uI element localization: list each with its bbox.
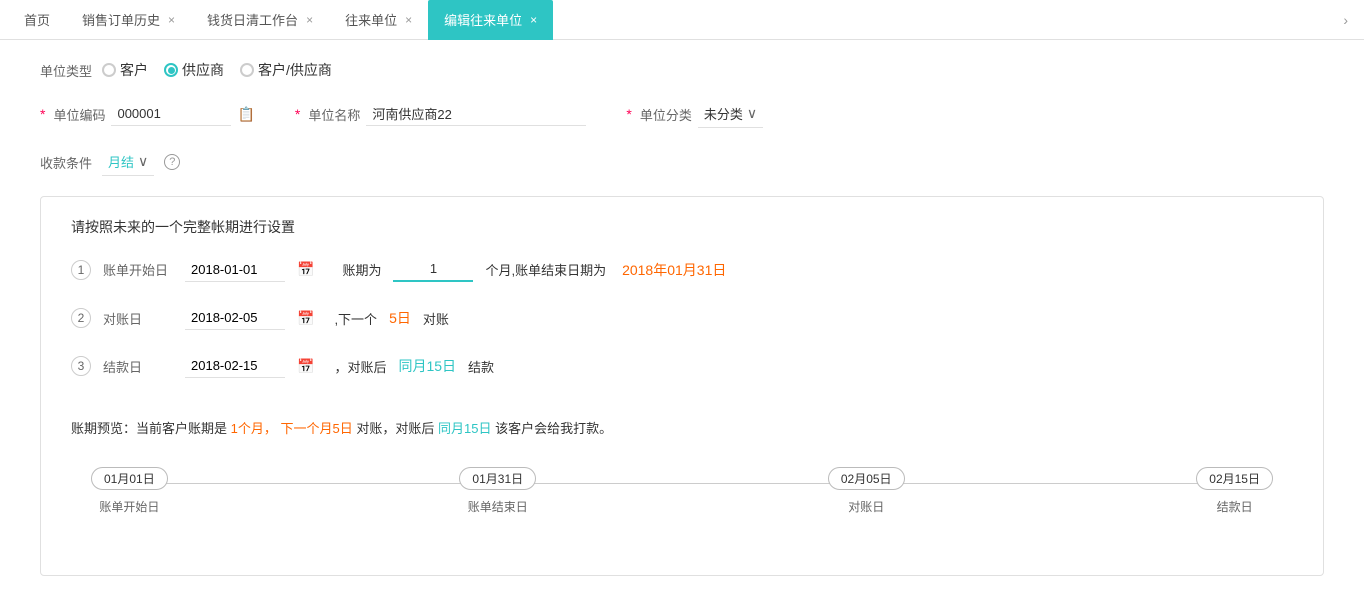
reconcile-suffix: 对账 (423, 309, 449, 328)
close-sales-history[interactable]: × (168, 13, 175, 27)
reconcile-prefix: ,下一个 (334, 309, 377, 328)
setting-num-2: 2 (71, 308, 91, 328)
payment-date-calendar-icon[interactable]: 📅 (297, 358, 314, 375)
radio-customer[interactable]: 客户 (102, 60, 148, 80)
close-cash-work[interactable]: × (306, 13, 313, 27)
setting-row-1: 1 账单开始日 📅 账期为 个月,账单结束日期为 2018年01月31日 (71, 257, 1293, 282)
timeline-sub-4: 结款日 (1217, 498, 1253, 515)
tab-bar: 首页 销售订单历史 × 钱货日清工作台 × 往来单位 × 编辑往来单位 × › (0, 0, 1364, 40)
unit-name-group: * 单位名称 (295, 102, 586, 126)
payment-terms-dropdown[interactable]: 月结 ∨ (102, 148, 154, 176)
category-dropdown-icon: ∨ (747, 105, 757, 122)
preview-section: 账期预览：当前客户账期是 1个月， 下一个月5日 对账，对账后 同月15日 该客… (71, 402, 1293, 555)
timeline-badge-4: 02月15日 (1196, 467, 1273, 490)
close-partner[interactable]: × (405, 13, 412, 27)
period-end-date: 2018年01月31日 (622, 260, 726, 280)
start-date-calendar-icon[interactable]: 📅 (297, 261, 314, 278)
period-value-input[interactable] (393, 257, 473, 282)
settings-title: 请按照未来的一个完整帐期进行设置 (71, 217, 1293, 237)
timeline-points: 01月01日 账单开始日 01月31日 账单结束日 02月05日 (91, 467, 1273, 515)
timeline-point-3: 02月05日 对账日 (828, 467, 905, 515)
required-name: * (295, 106, 300, 122)
timeline-badge-1: 01月01日 (91, 467, 168, 490)
tab-home[interactable]: 首页 (8, 0, 66, 40)
timeline-sub-1: 账单开始日 (99, 498, 159, 515)
payment-date-input[interactable] (185, 354, 285, 378)
reconcile-highlight: 5日 (389, 308, 411, 328)
reconcile-date-calendar-icon[interactable]: 📅 (297, 310, 314, 327)
tab-partner[interactable]: 往来单位 × (329, 0, 428, 40)
payment-prefix: ，对账后 (334, 357, 386, 376)
unit-code-input[interactable] (111, 102, 231, 126)
reconcile-date-input[interactable] (185, 306, 285, 330)
payment-suffix: 结款 (468, 357, 494, 376)
timeline-sub-3: 对账日 (848, 498, 884, 515)
close-edit-partner[interactable]: × (530, 13, 537, 27)
setting-label-1: 账单开始日 (103, 260, 173, 279)
tab-edit-partner[interactable]: 编辑往来单位 × (428, 0, 553, 40)
radio-both[interactable]: 客户/供应商 (240, 60, 332, 80)
main-content: 单位类型 客户 供应商 客户/供应商 * 单位编码 📋 * 单位名称 (0, 40, 1364, 608)
unit-info-row: * 单位编码 📋 * 单位名称 * 单位分类 未分类 ∨ (40, 100, 1324, 128)
preview-text: 账期预览：当前客户账期是 1个月， 下一个月5日 对账，对账后 同月15日 该客… (71, 418, 1293, 437)
copy-icon[interactable]: 📋 (237, 106, 254, 123)
setting-num-1: 1 (71, 260, 91, 280)
timeline-badge-3: 02月05日 (828, 467, 905, 490)
payment-help-icon[interactable]: ? (164, 154, 180, 170)
required-category: * (626, 106, 631, 122)
radio-circle-customer (102, 63, 116, 77)
timeline-point-4: 02月15日 结款日 (1196, 467, 1273, 515)
radio-supplier[interactable]: 供应商 (164, 60, 224, 80)
timeline-container: 01月01日 账单开始日 01月31日 账单结束日 02月05日 (71, 457, 1293, 555)
timeline-sub-2: 账单结束日 (468, 498, 528, 515)
unit-category-group: * 单位分类 未分类 ∨ (626, 100, 763, 128)
timeline-badge-2: 01月31日 (459, 467, 536, 490)
tab-more-button[interactable]: › (1335, 12, 1356, 28)
setting-row-2: 2 对账日 📅 ,下一个 5日 对账 (71, 306, 1293, 330)
unit-category-label: 单位分类 (640, 105, 692, 124)
settings-panel: 请按照未来的一个完整帐期进行设置 1 账单开始日 📅 账期为 个月,账单结束日期… (40, 196, 1324, 576)
unit-type-label: 单位类型 (40, 61, 92, 80)
required-code: * (40, 106, 45, 122)
timeline-point-2: 01月31日 账单结束日 (459, 467, 536, 515)
unit-type-row: 单位类型 客户 供应商 客户/供应商 (40, 60, 1324, 80)
unit-type-radio-group: 客户 供应商 客户/供应商 (102, 60, 332, 80)
payment-dropdown-icon: ∨ (138, 153, 148, 170)
tab-cash-work[interactable]: 钱货日清工作台 × (191, 0, 329, 40)
radio-circle-supplier (164, 63, 178, 77)
setting-label-2: 对账日 (103, 309, 173, 328)
unit-name-label: 单位名称 (308, 105, 360, 124)
unit-category-dropdown[interactable]: 未分类 ∨ (698, 100, 763, 128)
setting-num-3: 3 (71, 356, 91, 376)
payment-terms-row: 收款条件 月结 ∨ ? (40, 148, 1324, 176)
payment-highlight: 同月15日 (398, 356, 456, 376)
unit-code-group: * 单位编码 📋 (40, 102, 255, 126)
start-date-input[interactable] (185, 258, 285, 282)
period-for-label: 账期为 (342, 260, 381, 279)
setting-row-3: 3 结款日 📅 ，对账后 同月15日 结款 (71, 354, 1293, 378)
setting-label-3: 结款日 (103, 357, 173, 376)
tab-sales-history[interactable]: 销售订单历史 × (66, 0, 191, 40)
timeline-point-1: 01月01日 账单开始日 (91, 467, 168, 515)
unit-code-label: 单位编码 (53, 105, 105, 124)
period-unit-label: 个月,账单结束日期为 (485, 260, 606, 279)
radio-circle-both (240, 63, 254, 77)
unit-name-input[interactable] (366, 102, 586, 126)
payment-terms-label: 收款条件 (40, 153, 92, 172)
